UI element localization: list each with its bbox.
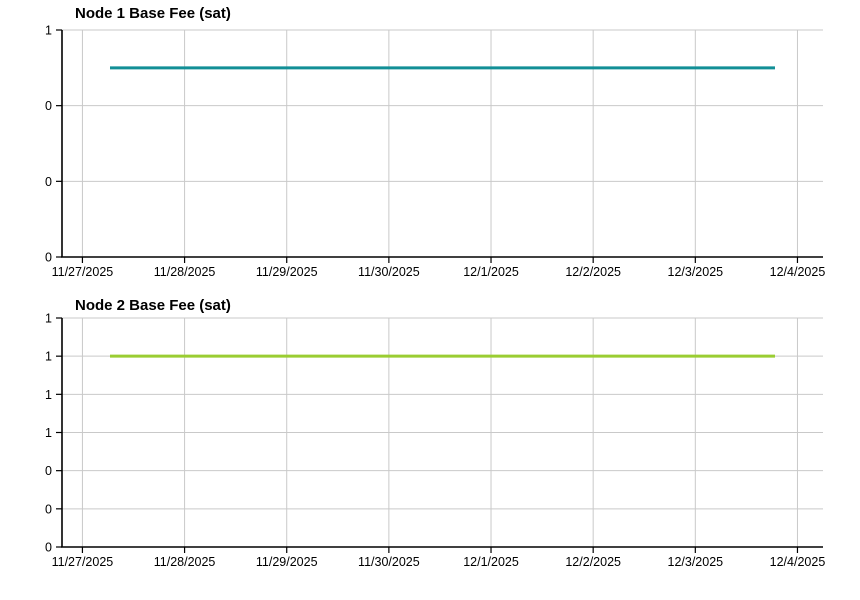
y-tick-label: 1 <box>45 312 52 326</box>
y-tick-label: 1 <box>45 388 52 402</box>
x-tick-label: 11/27/2025 <box>52 555 114 569</box>
y-tick-label: 1 <box>45 426 52 440</box>
x-tick-label: 12/1/2025 <box>463 265 519 279</box>
y-tick-label: 0 <box>45 251 52 265</box>
x-tick-label: 11/28/2025 <box>154 555 216 569</box>
node2-chart-plot: 111100011/27/2025 11/28/2025 11/29/2025 11/… <box>45 312 826 570</box>
x-tick-label: 11/30/2025 <box>358 265 420 279</box>
x-tick-label: 12/4/2025 <box>770 265 826 279</box>
y-tick-label: 0 <box>45 99 52 113</box>
y-tick-label: 1 <box>45 24 52 38</box>
y-tick-label: 0 <box>45 502 52 516</box>
x-tick-label: 11/30/2025 <box>358 555 420 569</box>
node1-chart-plot: 100011/27/2025 11/28/2025 11/29/2025 11/30/… <box>45 24 826 280</box>
x-tick-label: 12/4/2025 <box>770 555 826 569</box>
x-tick-label: 12/3/2025 <box>668 265 724 279</box>
y-tick-label: 1 <box>45 350 52 364</box>
dual-chart-panel: Node 1 Base Fee (sat) 1 0 0 0 11/27/2025 11/2… <box>0 0 860 600</box>
x-tick-label: 11/29/2025 <box>256 555 318 569</box>
x-tick-label: 11/27/2025 <box>52 265 114 279</box>
x-tick-label: 11/29/2025 <box>256 265 318 279</box>
x-tick-label: 12/1/2025 <box>463 555 519 569</box>
x-tick-label: 11/28/2025 <box>154 265 216 279</box>
y-tick-label: 0 <box>45 464 52 478</box>
x-tick-label: 12/3/2025 <box>668 555 724 569</box>
x-tick-label: 12/2/2025 <box>565 265 621 279</box>
y-tick-label: 0 <box>45 541 52 555</box>
y-tick-label: 0 <box>45 175 52 189</box>
x-tick-label: 12/2/2025 <box>565 555 621 569</box>
